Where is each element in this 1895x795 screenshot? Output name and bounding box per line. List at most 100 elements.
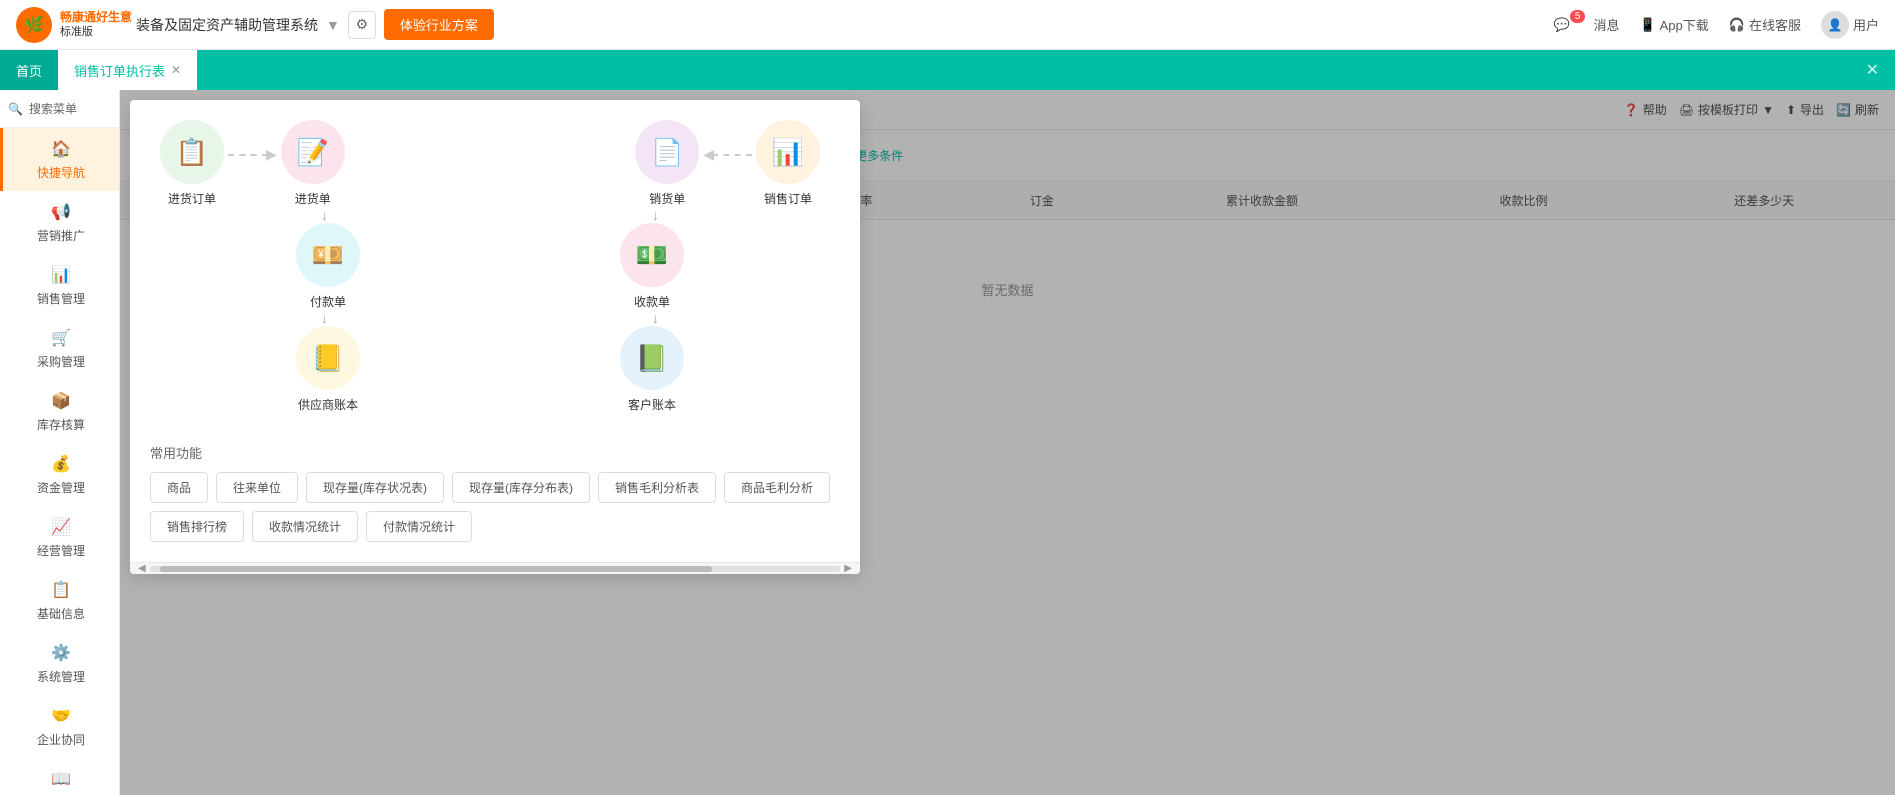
app-download-button[interactable]: 📱 App下载	[1639, 15, 1708, 34]
purchase-bill-circle: 📝	[281, 120, 345, 184]
sidebar-item-quick-nav[interactable]: 🏠 快捷导航	[0, 128, 119, 191]
receipt-bill-label: 收款单	[634, 293, 670, 310]
supplier-area: 📒 供应商账本	[160, 326, 360, 413]
sales-bill-circle: 📄	[635, 120, 699, 184]
scroll-thumb	[160, 566, 712, 572]
sidebar-item-finance[interactable]: 💰 资金管理	[0, 443, 119, 506]
receipt-area: 💵 收款单	[620, 223, 820, 310]
down-arrow-sb: ↓	[620, 207, 659, 223]
common-functions-section: 常用功能 商品 往来单位 现存量(库存状况表) 现存量(库存分布表) 销售毛利分…	[130, 433, 860, 562]
flow-section: 📋 进货订单 ▶ 📝 进货单	[130, 100, 860, 433]
logo-text: 畅康通好生意 标准版	[60, 10, 132, 40]
sidebar-label-inventory: 库存核算	[37, 416, 85, 433]
receipt-bill-circle: 💵	[620, 223, 684, 287]
purchase-bill-node[interactable]: 📝 进货单	[281, 120, 345, 207]
enterprise-icon: 🤝	[50, 705, 72, 727]
supplier-ledger-label: 供应商账本	[298, 396, 358, 413]
brand-edition: 标准版	[60, 25, 132, 39]
func-btn-stock-dist[interactable]: 现存量(库存分布表)	[452, 472, 590, 503]
down-arrow-pay: ↓	[321, 310, 360, 326]
flow-row-3: 📒 供应商账本 📗 客户账本	[150, 326, 840, 423]
down-arrow-rec: ↓	[620, 310, 659, 326]
sales-bill-node[interactable]: 📄 销货单	[635, 120, 699, 207]
try-button[interactable]: 体验行业方案	[384, 9, 494, 40]
sidebar-label-quick-nav: 快捷导航	[37, 164, 85, 181]
func-btn-product[interactable]: 商品	[150, 472, 208, 503]
close-all-tabs-button[interactable]: ✕	[1850, 60, 1895, 80]
func-buttons-row1: 商品 往来单位 现存量(库存状况表) 现存量(库存分布表) 销售毛利分析表 商品…	[150, 472, 840, 503]
customer-area: 📗 客户账本	[620, 326, 820, 413]
down-arrow-right: ↓	[620, 207, 820, 223]
sidebar-label-purchase: 采购管理	[37, 353, 85, 370]
top-header: 🌿 畅康通好生意 标准版 装备及固定资产辅助管理系统 ▼ ⚙ 体验行业方案 💬 …	[0, 0, 1895, 50]
sidebar-item-basic-info[interactable]: 📋 基础信息	[0, 569, 119, 632]
func-buttons-row2: 销售排行榜 收款情况统计 付款情况统计	[150, 511, 840, 542]
func-btn-sales-rank[interactable]: 销售排行榜	[150, 511, 244, 542]
payment-bill-circle: 💴	[296, 223, 360, 287]
search-label: 搜索菜单	[29, 100, 77, 117]
content-area: ❓ 帮助 🖨 按模板打印 ▼ ⬆ 导出 🔄 刷新	[120, 90, 1895, 795]
main-layout: 🔍 搜索菜单 🏠 快捷导航 📢 营销推广 📊 销售管理 🛒 采购管理 📦 库存核…	[0, 90, 1895, 795]
modal-scrollbar: ◀ ▶	[130, 562, 860, 574]
operations-icon: 📈	[50, 516, 72, 538]
payment-bill-node[interactable]: 💴 付款单	[296, 223, 360, 310]
online-service-button[interactable]: 🎧 在线客服	[1729, 15, 1801, 34]
customer-ledger-node[interactable]: 📗 客户账本	[620, 326, 684, 413]
settings-button[interactable]: ⚙	[348, 11, 376, 39]
sidebar-item-guide[interactable]: 📖 新手引导	[0, 758, 119, 795]
dropdown-icon[interactable]: ▼	[326, 17, 340, 33]
message-icon: 💬	[1554, 17, 1570, 33]
avatar: 👤	[1821, 11, 1849, 39]
flow-right-row1: 📄 销货单 ◀ 📊 销售订单	[635, 120, 820, 207]
func-btn-sales-margin[interactable]: 销售毛利分析表	[598, 472, 716, 503]
func-btn-product-margin[interactable]: 商品毛利分析	[724, 472, 830, 503]
tab-bar: 首页 销售订单执行表 ✕ ✕	[0, 50, 1895, 90]
download-icon: 📱	[1639, 17, 1655, 33]
purchase-icon: 🛒	[50, 327, 72, 349]
sidebar-item-purchase[interactable]: 🛒 采购管理	[0, 317, 119, 380]
func-btn-disbursement-stats[interactable]: 付款情况统计	[366, 511, 472, 542]
func-btn-payment-stats[interactable]: 收款情况统计	[252, 511, 358, 542]
flow-row-1: 📋 进货订单 ▶ 📝 进货单	[150, 120, 840, 207]
sidebar-item-operations[interactable]: 📈 经营管理	[0, 506, 119, 569]
tab-sales-order[interactable]: 销售订单执行表 ✕	[58, 50, 197, 90]
down-arrow-left2: ↓	[160, 310, 360, 326]
flow-row-2: 💴 付款单 💵 收款单	[150, 223, 840, 310]
arrow-right-icon: ▶	[266, 146, 277, 163]
app-download-label: App下载	[1660, 15, 1709, 34]
message-button[interactable]: 💬 5 消息	[1554, 15, 1620, 34]
sidebar-label-enterprise: 企业协同	[37, 731, 85, 748]
tab-home[interactable]: 首页	[0, 50, 58, 90]
scroll-track[interactable]	[150, 566, 841, 572]
sales-order-node[interactable]: 📊 销售订单	[756, 120, 820, 207]
sidebar-item-enterprise[interactable]: 🤝 企业协同	[0, 695, 119, 758]
service-label: 在线客服	[1749, 15, 1801, 34]
supplier-ledger-node[interactable]: 📒 供应商账本	[296, 326, 360, 413]
sidebar-label-basic-info: 基础信息	[37, 605, 85, 622]
tab-close-icon[interactable]: ✕	[171, 63, 181, 77]
system-icon: ⚙️	[50, 642, 72, 664]
sidebar-label-finance: 资金管理	[37, 479, 85, 496]
tab-home-label: 首页	[16, 61, 42, 80]
dashed-line	[228, 154, 268, 156]
dashed-line2	[712, 154, 752, 156]
system-title: 装备及固定资产辅助管理系统	[136, 15, 318, 35]
sidebar-item-inventory[interactable]: 📦 库存核算	[0, 380, 119, 443]
func-btn-stock-status[interactable]: 现存量(库存状况表)	[306, 472, 444, 503]
sidebar-item-marketing[interactable]: 📢 营销推广	[0, 191, 119, 254]
sales-order-label: 销售订单	[764, 190, 812, 207]
sidebar-item-sales[interactable]: 📊 销售管理	[0, 254, 119, 317]
payment-area: 💴 付款单	[160, 223, 360, 310]
search-menu-button[interactable]: 🔍 搜索菜单	[0, 90, 119, 128]
sidebar-item-system[interactable]: ⚙️ 系统管理	[0, 632, 119, 695]
tab-sales-order-label: 销售订单执行表	[74, 61, 165, 80]
modal-overlay[interactable]: 📋 进货订单 ▶ 📝 进货单	[120, 90, 1895, 795]
system-name-area: 装备及固定资产辅助管理系统 ▼ ⚙ 体验行业方案	[136, 9, 1554, 40]
scroll-right-icon[interactable]: ▶	[844, 563, 852, 574]
func-btn-contacts[interactable]: 往来单位	[216, 472, 298, 503]
user-area[interactable]: 👤 用户	[1821, 11, 1879, 39]
purchase-order-node[interactable]: 📋 进货订单	[160, 120, 224, 207]
receipt-bill-node[interactable]: 💵 收款单	[620, 223, 684, 310]
scroll-left-icon[interactable]: ◀	[138, 563, 146, 574]
user-name: 用户	[1853, 15, 1879, 34]
